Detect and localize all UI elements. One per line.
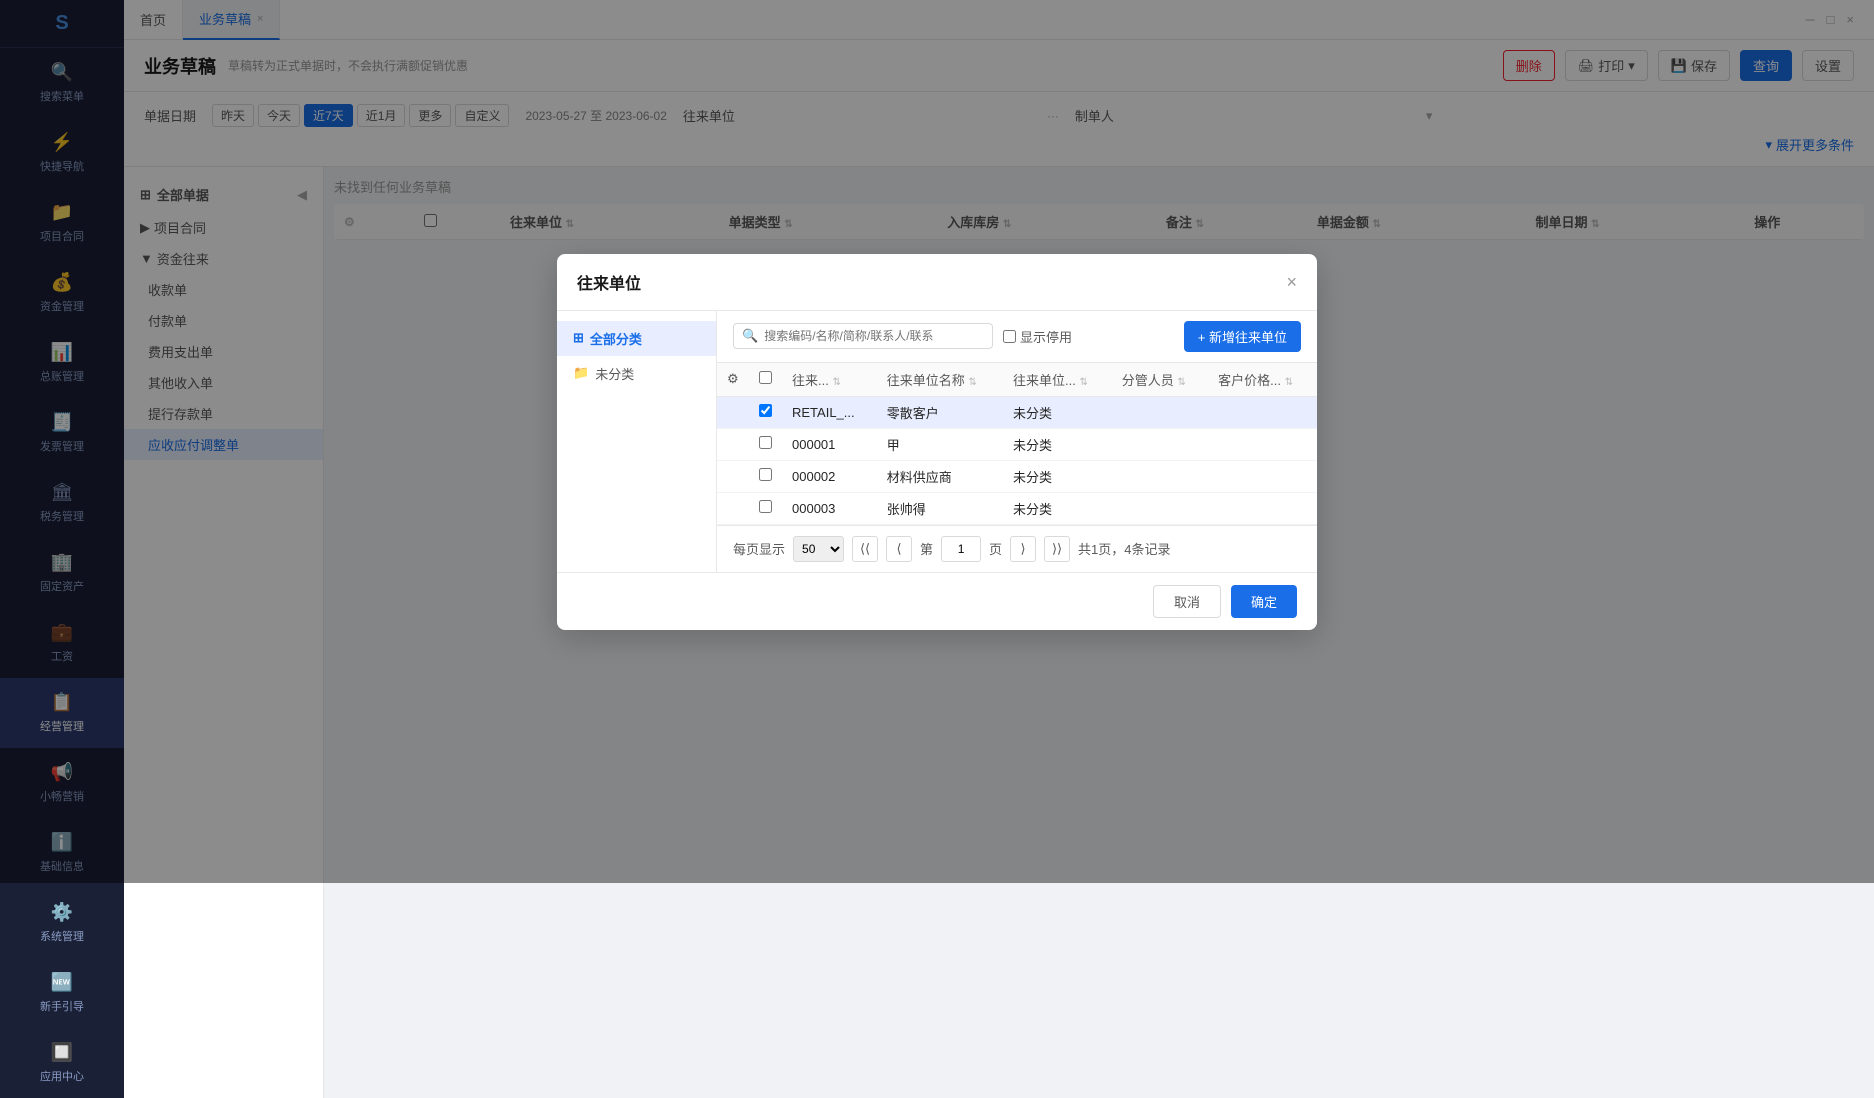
row-name-cell: 甲 <box>877 428 1003 460</box>
row-category-cell: 未分类 <box>1003 396 1112 428</box>
row-code-cell: RETAIL_... <box>782 396 877 428</box>
row-settings-cell <box>717 492 749 524</box>
modal-table-wrap: ⚙ 往来... ⇅ 往来单位名称 ⇅ 往来单位... ⇅ 分管人员 ⇅ 客户价格… <box>717 363 1317 525</box>
row-price-cell <box>1208 428 1317 460</box>
row-name-cell: 张帅得 <box>877 492 1003 524</box>
row-price-cell <box>1208 492 1317 524</box>
row-check-cell[interactable] <box>749 460 782 492</box>
modal-table: ⚙ 往来... ⇅ 往来单位名称 ⇅ 往来单位... ⇅ 分管人员 ⇅ 客户价格… <box>717 363 1317 525</box>
row-check-cell[interactable] <box>749 396 782 428</box>
row-manager-cell <box>1112 492 1208 524</box>
row-category-cell: 未分类 <box>1003 428 1112 460</box>
modal-table-row[interactable]: 000002 材料供应商 未分类 <box>717 460 1317 492</box>
add-partner-button[interactable]: + 新增往来单位 <box>1184 321 1301 352</box>
sidebar-item-apps[interactable]: 🔲 应用中心 <box>0 1028 124 1098</box>
row-check-cell[interactable] <box>749 428 782 460</box>
show-disabled-checkbox[interactable] <box>1003 330 1016 343</box>
modal-cat-all[interactable]: ⊞ 全部分类 <box>557 321 716 356</box>
prev-page-button[interactable]: ⟨ <box>886 536 912 562</box>
modal-toolbar: 🔍 显示停用 + 新增往来单位 <box>717 311 1317 363</box>
modal-close-button[interactable]: × <box>1286 273 1297 291</box>
modal-select-all[interactable] <box>759 371 772 384</box>
modal-title: 往来单位 <box>577 270 641 294</box>
modal-table-row[interactable]: RETAIL_... 零散客户 未分类 <box>717 396 1317 428</box>
modal-header: 往来单位 × <box>557 254 1317 311</box>
row-code-cell: 000003 <box>782 492 877 524</box>
sort-name-icon: ⇅ <box>968 377 976 388</box>
modal-search-input[interactable] <box>764 329 984 343</box>
row-code-cell: 000001 <box>782 428 877 460</box>
row-name-cell: 零散客户 <box>877 396 1003 428</box>
apps-icon: 🔲 <box>51 1042 73 1063</box>
row-manager-cell <box>1112 396 1208 428</box>
page-label: 页 <box>989 539 1002 558</box>
page-word: 第 <box>920 539 933 558</box>
modal-th-check <box>749 363 782 397</box>
confirm-button[interactable]: 确定 <box>1231 585 1297 618</box>
modal-table-row[interactable]: 000003 张帅得 未分类 <box>717 492 1317 524</box>
modal-footer: 取消 确定 <box>557 572 1317 630</box>
per-page-select[interactable]: 50 100 <box>793 536 844 562</box>
first-page-button[interactable]: ⟨⟨ <box>852 536 878 562</box>
modal-th-category: 往来单位... ⇅ <box>1003 363 1112 397</box>
total-label: 共1页，4条记录 <box>1078 539 1170 558</box>
row-code-cell: 000002 <box>782 460 877 492</box>
modal-pagination: 每页显示 50 100 ⟨⟨ ⟨ 第 页 ⟩ ⟩⟩ 共1页，4条记录 <box>717 525 1317 572</box>
modal-left-panel: ⊞ 全部分类 📁 未分类 <box>557 311 717 572</box>
page-number-input[interactable] <box>941 536 981 562</box>
row-category-cell: 未分类 <box>1003 492 1112 524</box>
row-category-cell: 未分类 <box>1003 460 1112 492</box>
row-checkbox-3[interactable] <box>759 500 772 513</box>
system-icon: ⚙️ <box>51 902 73 923</box>
modal-cat-uncategorized[interactable]: 📁 未分类 <box>557 356 716 391</box>
sidebar-item-label-apps: 应用中心 <box>40 1068 84 1084</box>
row-settings-cell <box>717 460 749 492</box>
per-page-label: 每页显示 <box>733 539 785 558</box>
modal-th-price: 客户价格... ⇅ <box>1208 363 1317 397</box>
show-disabled-label[interactable]: 显示停用 <box>1003 327 1072 346</box>
row-settings-cell <box>717 396 749 428</box>
sort-price-icon: ⇅ <box>1285 377 1293 388</box>
modal-th-manager: 分管人员 ⇅ <box>1112 363 1208 397</box>
guide-icon: 🆕 <box>51 972 73 993</box>
row-price-cell <box>1208 460 1317 492</box>
grid-icon-modal: ⊞ <box>573 330 584 346</box>
sort-mgr-icon: ⇅ <box>1177 377 1185 388</box>
modal-search-box[interactable]: 🔍 <box>733 323 993 349</box>
modal-right-panel: 🔍 显示停用 + 新增往来单位 ⚙ <box>717 311 1317 572</box>
sidebar-item-label-system: 系统管理 <box>40 928 84 944</box>
row-manager-cell <box>1112 460 1208 492</box>
modal-th-settings: ⚙ <box>717 363 749 397</box>
row-name-cell: 材料供应商 <box>877 460 1003 492</box>
search-icon-modal: 🔍 <box>742 328 758 344</box>
row-price-cell <box>1208 396 1317 428</box>
next-page-button[interactable]: ⟩ <box>1010 536 1036 562</box>
settings-icon-modal[interactable]: ⚙ <box>727 371 739 386</box>
sidebar-item-label-guide: 新手引导 <box>40 998 84 1014</box>
row-manager-cell <box>1112 428 1208 460</box>
modal-overlay: 往来单位 × ⊞ 全部分类 📁 未分类 🔍 <box>0 0 1874 883</box>
folder-icon-modal: 📁 <box>573 365 589 381</box>
row-checkbox-1[interactable] <box>759 436 772 449</box>
sort-code-icon: ⇅ <box>832 377 840 388</box>
cancel-button[interactable]: 取消 <box>1153 585 1221 618</box>
partner-modal: 往来单位 × ⊞ 全部分类 📁 未分类 🔍 <box>557 254 1317 630</box>
sidebar-item-guide[interactable]: 🆕 新手引导 <box>0 958 124 1028</box>
row-checkbox-2[interactable] <box>759 468 772 481</box>
modal-th-name: 往来单位名称 ⇅ <box>877 363 1003 397</box>
row-checkbox-0[interactable] <box>759 404 772 417</box>
modal-th-code: 往来... ⇅ <box>782 363 877 397</box>
modal-table-row[interactable]: 000001 甲 未分类 <box>717 428 1317 460</box>
row-settings-cell <box>717 428 749 460</box>
sort-cat-icon: ⇅ <box>1079 377 1087 388</box>
row-check-cell[interactable] <box>749 492 782 524</box>
last-page-button[interactable]: ⟩⟩ <box>1044 536 1070 562</box>
sidebar-item-system[interactable]: ⚙️ 系统管理 <box>0 888 124 958</box>
modal-body: ⊞ 全部分类 📁 未分类 🔍 显示停用 <box>557 311 1317 572</box>
